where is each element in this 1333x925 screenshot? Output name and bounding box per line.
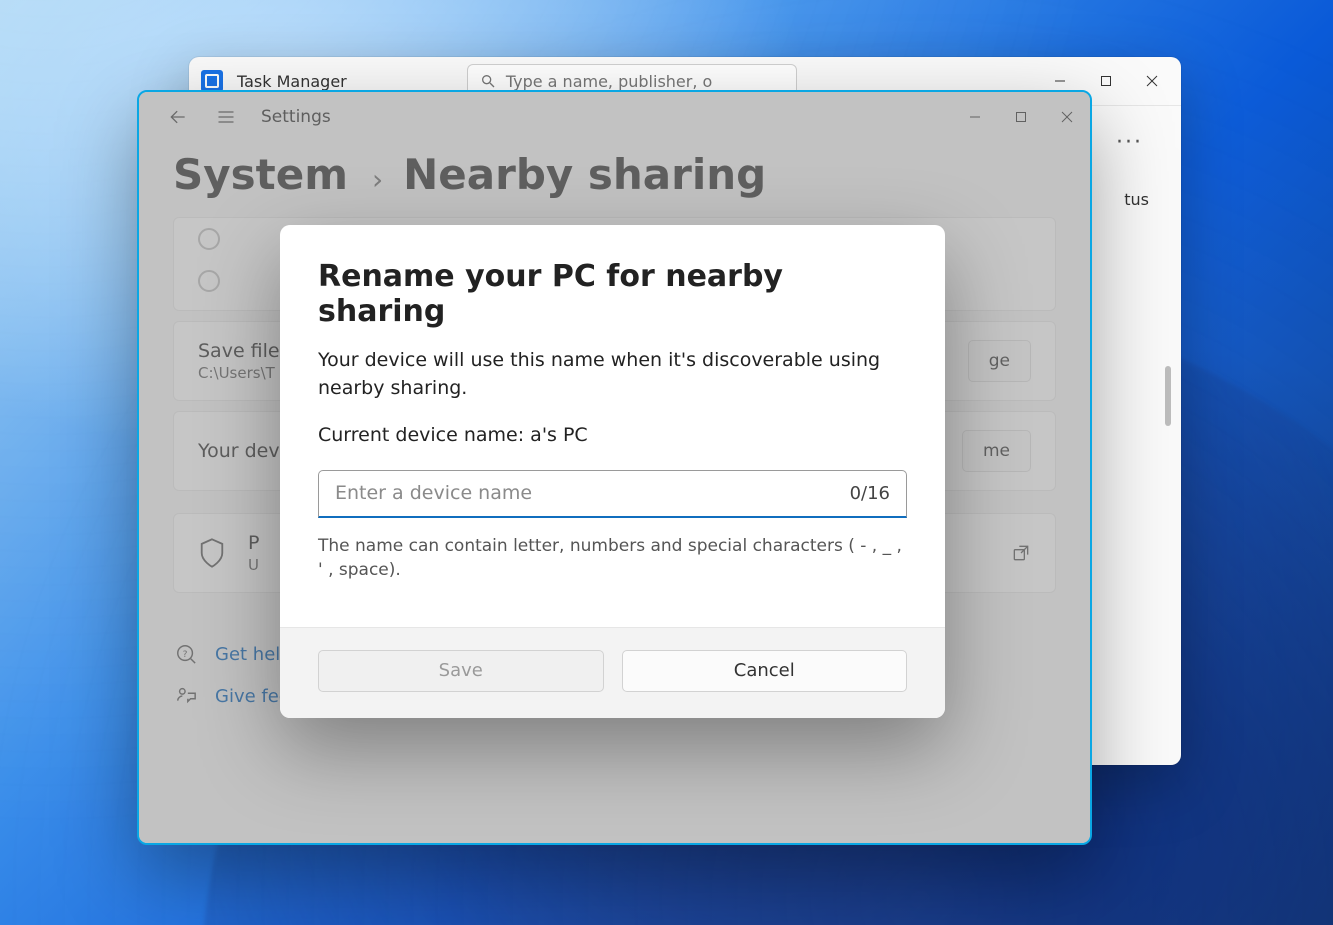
search-icon xyxy=(480,73,496,89)
current-device-name: Current device name: a's PC xyxy=(318,422,907,450)
cancel-button[interactable]: Cancel xyxy=(622,650,908,692)
task-manager-search-placeholder: Type a name, publisher, o xyxy=(506,72,712,91)
dialog-title: Rename your PC for nearby sharing xyxy=(318,259,907,329)
dialog-description: Your device will use this name when it's… xyxy=(318,347,907,402)
close-button[interactable] xyxy=(1129,61,1175,101)
device-name-field-wrap[interactable]: 0/16 xyxy=(318,470,907,518)
character-count: 0/16 xyxy=(850,483,890,504)
more-menu-button[interactable]: ··· xyxy=(1102,124,1157,161)
task-manager-app-icon xyxy=(201,70,223,92)
scrollbar-track[interactable] xyxy=(1167,226,1177,755)
scrollbar-thumb[interactable] xyxy=(1165,366,1171,426)
dialog-hint: The name can contain letter, numbers and… xyxy=(318,534,907,583)
task-manager-title: Task Manager xyxy=(237,72,347,91)
device-name-input[interactable] xyxy=(335,482,840,504)
save-button[interactable]: Save xyxy=(318,650,604,692)
rename-pc-dialog: Rename your PC for nearby sharing Your d… xyxy=(280,225,945,718)
